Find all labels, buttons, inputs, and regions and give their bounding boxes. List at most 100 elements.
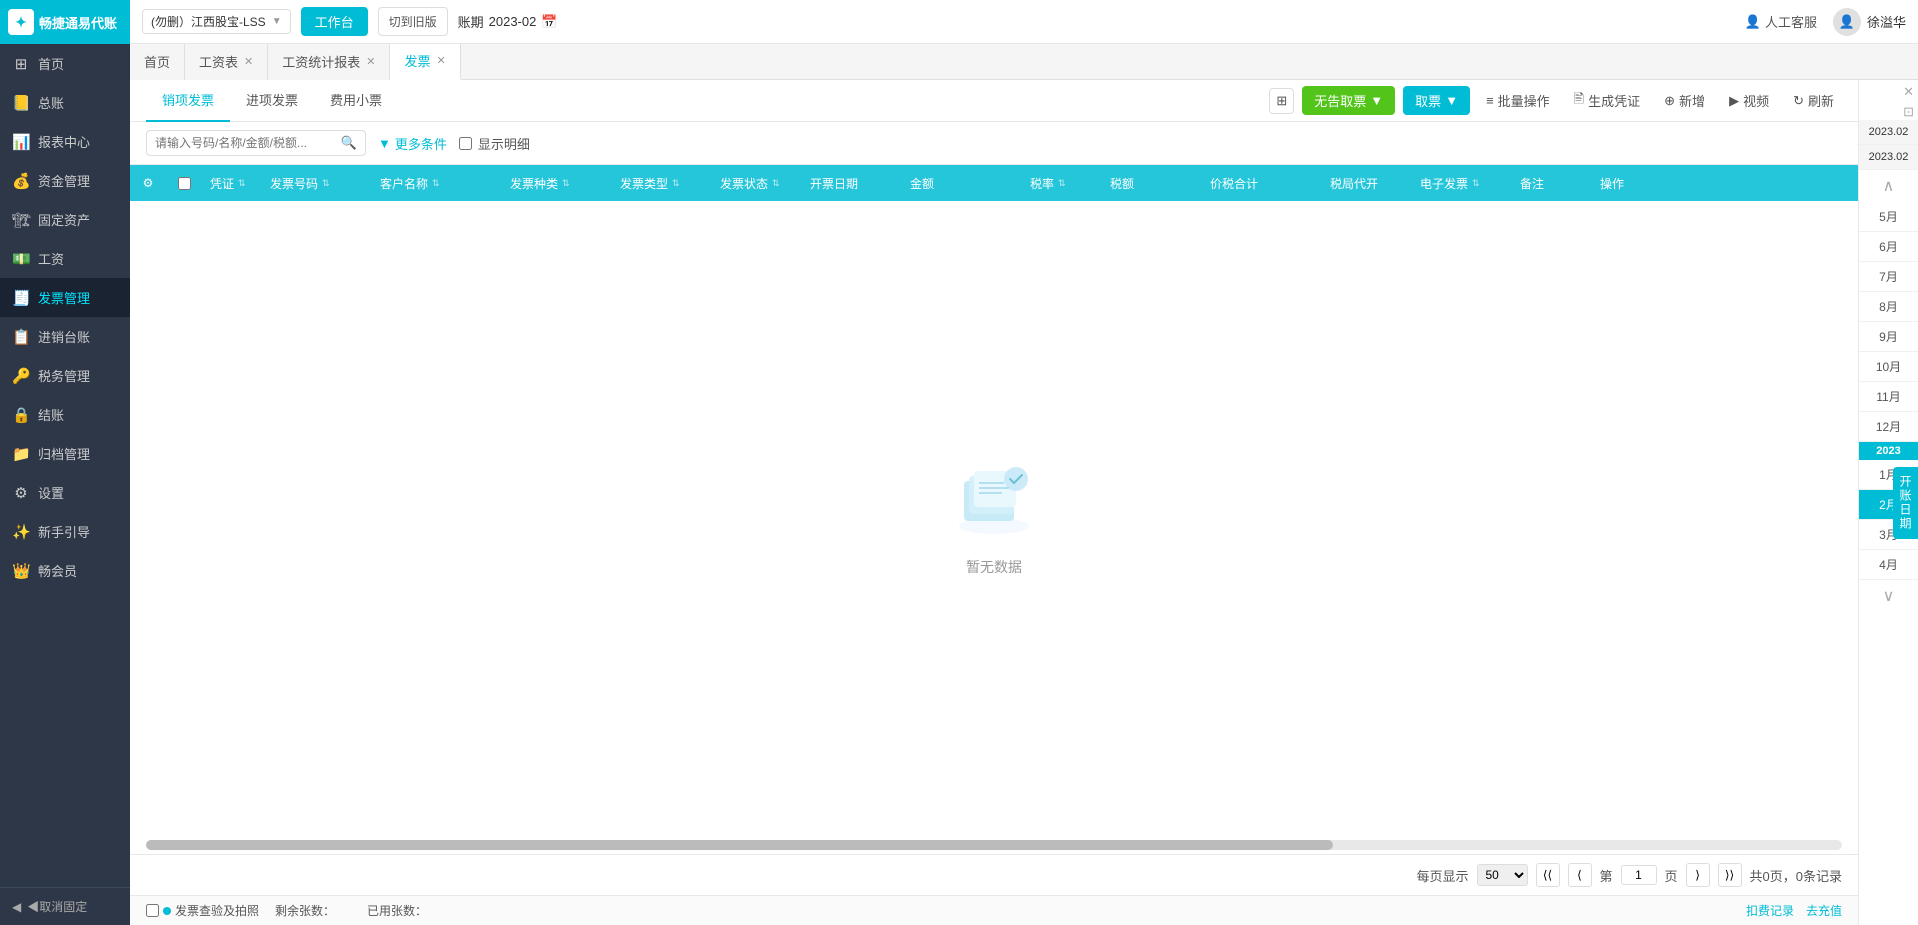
cal-month-2022-08[interactable]: 8月 <box>1859 292 1918 322</box>
customer-service-btn[interactable]: 👤 人工客服 <box>1745 12 1817 31</box>
search-icon[interactable]: 🔍 <box>341 135 357 151</box>
invoice-check-item: 发票查验及拍照 <box>146 902 259 919</box>
cal-month-2022-11[interactable]: 11月 <box>1859 382 1918 412</box>
content-area: 销项发票 进项发票 费用小票 ⊞ 无告取票 ▼ <box>130 80 1918 925</box>
cal-month-2022-10[interactable]: 10月 <box>1859 352 1918 382</box>
sidebar-item-assets[interactable]: 🏗 固定资产 <box>0 200 130 239</box>
reports-icon: 📊 <box>12 133 30 151</box>
sidebar-item-label: 进销台账 <box>38 327 90 346</box>
refresh-btn[interactable]: ↻ 刷新 <box>1785 86 1842 115</box>
page-number-input[interactable] <box>1621 865 1657 885</box>
invoice-check-checkbox[interactable] <box>146 904 159 917</box>
year-label: 2023 <box>1876 445 1900 457</box>
main-area: (勿删）江西股宝-LSS ▼ 工作台 切到旧版 账期 2023-02 📅 👤 人… <box>130 0 1918 925</box>
calendar-up-btn[interactable]: ∧ <box>1859 170 1918 202</box>
select-all-checkbox[interactable] <box>178 177 191 190</box>
sub-tab-sales[interactable]: 销项发票 <box>146 80 230 122</box>
service-label: 人工客服 <box>1765 12 1817 31</box>
calendar-close-btn[interactable]: ✕ <box>1903 84 1914 100</box>
sidebar-item-close[interactable]: 🔒 结账 <box>0 395 130 434</box>
einvoice-label: 电子发票 <box>1420 175 1468 192</box>
video-icon: ▶ <box>1729 93 1739 109</box>
close-icon[interactable]: ✕ <box>437 54 446 67</box>
tab-payroll-stats[interactable]: 工资统计报表 ✕ <box>268 44 390 80</box>
tab-home[interactable]: 首页 <box>130 44 185 80</box>
new-btn[interactable]: ⊕ 新增 <box>1656 86 1713 115</box>
sidebar-item-invoices[interactable]: 🧾 发票管理 <box>0 278 130 317</box>
cal-month-2022-09[interactable]: 9月 <box>1859 322 1918 352</box>
period-row1[interactable]: 2023.02 <box>1859 120 1918 145</box>
show-detail-checkbox[interactable]: 显示明细 <box>459 134 530 153</box>
calendar-down-btn[interactable]: ∨ <box>1859 580 1918 612</box>
cal-month-2022-12[interactable]: 12月 <box>1859 412 1918 442</box>
grid-settings-button[interactable]: ⊞ <box>1269 88 1294 114</box>
used-label: 已用张数： <box>367 902 427 919</box>
user-menu[interactable]: 👤 徐溢华 <box>1833 8 1906 36</box>
batch-ops-label: 批量操作 <box>1498 91 1550 110</box>
ledger-icon: 📒 <box>12 94 30 112</box>
sidebar-item-reports[interactable]: 📊 报表中心 <box>0 122 130 161</box>
sidebar-item-payroll[interactable]: 💵 工资 <box>0 239 130 278</box>
invoices-icon: 🧾 <box>12 289 30 307</box>
page-size-select[interactable]: 20 50 100 <box>1477 864 1528 886</box>
date-label: 开票日期 <box>810 175 858 192</box>
deduction-record-link[interactable]: 扣费记录 <box>1746 902 1794 919</box>
sidebar-item-sales[interactable]: 📋 进销台账 <box>0 317 130 356</box>
sidebar-item-home[interactable]: ⊞ 首页 <box>0 44 130 83</box>
page-unit: 页 <box>1665 866 1678 885</box>
open-period-side-btn[interactable]: 开账日期 <box>1893 467 1918 539</box>
sidebar-item-ledger[interactable]: 📒 总账 <box>0 83 130 122</box>
sidebar-item-archive[interactable]: 📁 归档管理 <box>0 434 130 473</box>
tab-home-label: 首页 <box>144 52 170 71</box>
sidebar-collapse-btn[interactable]: ◀ ◀取消固定 <box>0 888 130 925</box>
close-icon[interactable]: ✕ <box>366 55 375 68</box>
ticket-btn[interactable]: 取票 ▼ <box>1403 86 1470 115</box>
workspace-button[interactable]: 工作台 <box>301 7 368 36</box>
tab-payroll-table[interactable]: 工资表 ✕ <box>185 44 268 80</box>
sidebar-item-guide[interactable]: ✨ 新手引导 <box>0 512 130 551</box>
cal-month-label: 9月 <box>1879 330 1898 344</box>
next-page-btn[interactable]: ⟩ <box>1686 863 1710 887</box>
sidebar-bottom: ◀ ◀取消固定 <box>0 887 130 925</box>
th-ops: ⚙ <box>130 176 166 190</box>
close-icon[interactable]: ✕ <box>244 55 253 68</box>
cal-month-2022-05[interactable]: 5月 <box>1859 202 1918 232</box>
cal-month-2022-06[interactable]: 6月 <box>1859 232 1918 262</box>
calendar-panel: ✕ ⊡ 2023.02 2023.02 ∧ 5月 6月 7月 8月 9月 10月… <box>1858 80 1918 925</box>
sub-tab-purchase[interactable]: 进项发票 <box>230 80 314 122</box>
th-tax-total: 价税合计 <box>1202 175 1322 192</box>
tabs-bar: 首页 工资表 ✕ 工资统计报表 ✕ 发票 ✕ <box>130 44 1918 80</box>
sidebar-item-settings[interactable]: ⚙ 设置 <box>0 473 130 512</box>
more-conditions-btn[interactable]: ▼ 更多条件 <box>378 134 447 153</box>
cal-month-2023-04[interactable]: 4月 <box>1859 550 1918 580</box>
gen-cert-btn[interactable]: 🖹 生成凭证 <box>1566 85 1648 117</box>
scrollbar-thumb[interactable] <box>146 840 1333 850</box>
recharge-link[interactable]: 去充值 <box>1806 902 1842 919</box>
app-name: 畅捷通易代账 <box>39 13 117 32</box>
th-customer: 客户名称 ⇅ <box>372 175 502 192</box>
prev-page-btn[interactable]: ⟨ <box>1568 863 1592 887</box>
batch-ops-btn[interactable]: ≡ 批量操作 <box>1478 86 1558 115</box>
no-ticket-btn[interactable]: 无告取票 ▼ <box>1302 86 1395 115</box>
sidebar-item-label: 畅会员 <box>38 561 77 580</box>
calendar-maximize-btn[interactable]: ⊡ <box>1903 104 1914 120</box>
settings-icon: ⚙ <box>12 484 30 502</box>
cal-month-2022-07[interactable]: 7月 <box>1859 262 1918 292</box>
period-row2[interactable]: 2023.02 <box>1859 145 1918 170</box>
sidebar-item-tax[interactable]: 🔑 税务管理 <box>0 356 130 395</box>
old-version-button[interactable]: 切到旧版 <box>378 7 448 36</box>
show-detail-input[interactable] <box>459 137 472 150</box>
video-btn[interactable]: ▶ 视频 <box>1721 86 1777 115</box>
sub-tab-expense[interactable]: 费用小票 <box>314 80 398 122</box>
horizontal-scrollbar[interactable] <box>146 840 1842 850</box>
gen-cert-icon: 🖹 <box>1574 90 1584 112</box>
company-selector[interactable]: (勿删）江西股宝-LSS ▼ <box>142 9 291 34</box>
first-page-btn[interactable]: ⟨⟨ <box>1536 863 1560 887</box>
tab-invoices[interactable]: 发票 ✕ <box>390 44 460 80</box>
last-page-btn[interactable]: ⟩⟩ <box>1718 863 1742 887</box>
sidebar-item-funds[interactable]: 💰 资金管理 <box>0 161 130 200</box>
dropdown-icon: ▼ <box>1445 93 1458 108</box>
sidebar-item-member[interactable]: 👑 畅会员 <box>0 551 130 590</box>
search-input[interactable] <box>155 136 335 150</box>
username: 徐溢华 <box>1867 12 1906 31</box>
